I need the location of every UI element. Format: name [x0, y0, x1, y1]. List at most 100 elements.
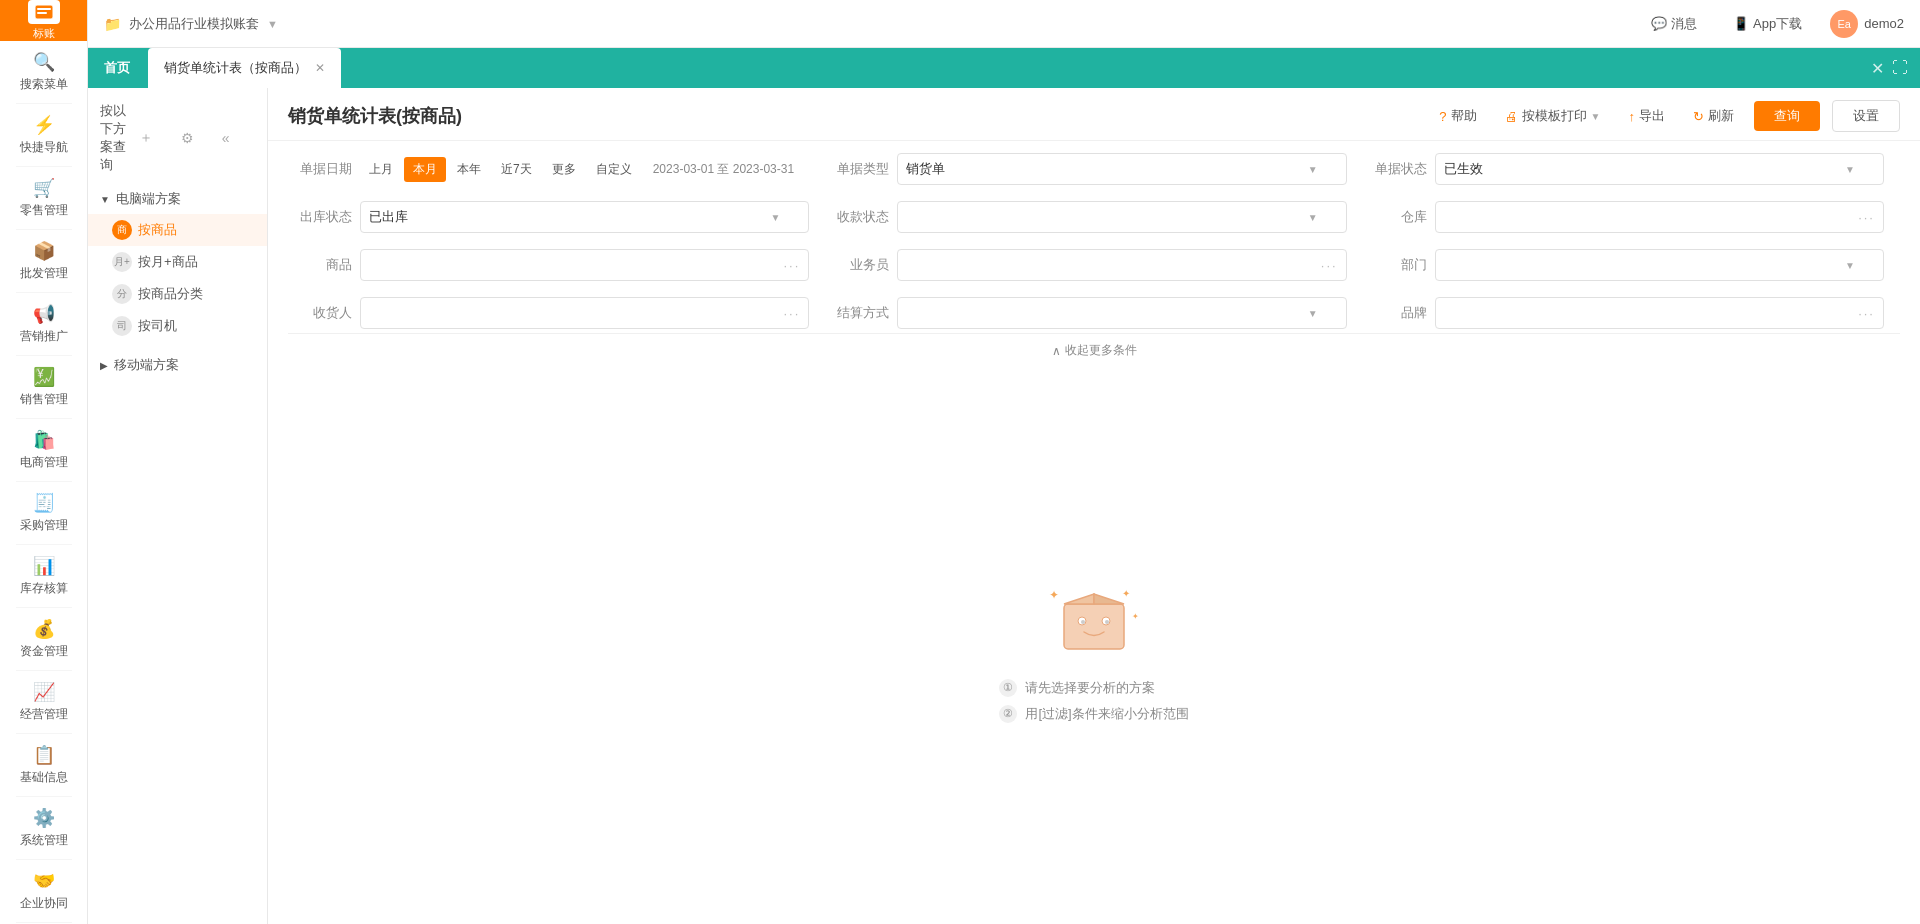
app-logo[interactable]: 标账: [0, 0, 88, 41]
sidebar-item-purchase[interactable]: 🧾采购管理: [16, 482, 72, 545]
sidebar-item-marketing[interactable]: 📢营销推广: [16, 293, 72, 356]
purchase-label: 采购管理: [20, 517, 68, 534]
app-download-btn[interactable]: 📱 App下载: [1725, 11, 1810, 37]
sidebar-item-system[interactable]: ⚙️ 系统管理: [16, 797, 72, 860]
sidebar: 标账 🔍 搜索菜单 ⚡快捷导航🛒零售管理📦批发管理📢营销推广💹销售管理🛍️电商管理🧾…: [0, 0, 88, 924]
outstatus-chevron: ▼: [770, 212, 780, 223]
filter-row-4: 收货人 ··· 结算方式 ▼: [288, 293, 1900, 333]
sidebar-item-quicknav[interactable]: ⚡快捷导航: [16, 104, 72, 167]
tab-maximize-action[interactable]: ⛶: [1892, 59, 1908, 77]
refresh-icon: ↻: [1693, 109, 1704, 124]
empty-tips: ① 请先选择要分析的方案 ② 用[过滤]条件来缩小分析范围: [999, 679, 1188, 723]
receiver-input[interactable]: ···: [360, 297, 809, 329]
tip-num-1: ①: [999, 679, 1017, 697]
payment-chevron: ▼: [1308, 212, 1318, 223]
inventory-label: 库存核算: [20, 580, 68, 597]
date-tab-本月[interactable]: 本月: [404, 157, 446, 182]
filter-section: 单据日期 上月本月本年近7天更多自定义 2023-03-01 至 2023-03…: [268, 141, 1920, 367]
help-btn[interactable]: ? 帮助: [1431, 103, 1484, 129]
scheme-group-header-pc[interactable]: ▼电脑端方案: [88, 184, 267, 214]
enterprise-label: 企业协同: [20, 895, 68, 912]
filter-outstatus-label: 出库状态: [288, 208, 360, 226]
refresh-label: 刷新: [1708, 107, 1734, 125]
inventory-icon: 📊: [33, 555, 55, 577]
filter-doctype-label: 单据类型: [825, 160, 897, 178]
scheme-item-by-product[interactable]: 商 按商品: [88, 214, 267, 246]
tab-close-action[interactable]: ✕: [1871, 59, 1884, 78]
sidebar-item-wholesale[interactable]: 📦批发管理: [16, 230, 72, 293]
add-scheme-btn[interactable]: ＋: [137, 127, 172, 149]
settings-btn[interactable]: 设置: [1832, 100, 1900, 132]
docstatus-chevron: ▼: [1845, 164, 1855, 175]
scheme-settings-btn[interactable]: ⚙: [179, 128, 214, 148]
sidebar-item-finance[interactable]: 💰资金管理: [16, 608, 72, 671]
filter-docstatus-input[interactable]: 已生效 ▼: [1435, 153, 1884, 185]
date-tab-上月[interactable]: 上月: [360, 157, 402, 182]
scheme-item-by-month-product[interactable]: 月+ 按月+商品: [88, 246, 267, 278]
arrow-mobile: ▶: [100, 360, 108, 371]
tab-close-icon[interactable]: ✕: [315, 61, 325, 75]
dept-select[interactable]: ▼: [1435, 249, 1884, 281]
scheme-label-by-machine: 按司机: [138, 317, 177, 335]
docstatus-select[interactable]: 已生效 ▼: [1435, 153, 1884, 185]
message-btn[interactable]: 💬 消息: [1643, 11, 1705, 37]
user-menu[interactable]: Ea demo2: [1830, 10, 1904, 38]
quicknav-label: 快捷导航: [20, 139, 68, 156]
docstatus-value: 已生效: [1444, 160, 1483, 178]
sidebar-item-operation[interactable]: 📈经营管理: [16, 671, 72, 734]
date-tab-更多[interactable]: 更多: [543, 157, 585, 182]
brand-dots: ···: [1858, 306, 1875, 321]
breadcrumb-text: 办公用品行业模拟账套: [129, 15, 259, 33]
sidebar-item-retail[interactable]: 🛒零售管理: [16, 167, 72, 230]
receiver-dots: ···: [783, 306, 800, 321]
scheme-item-by-category[interactable]: 分 按商品分类: [88, 278, 267, 310]
refresh-btn[interactable]: ↻ 刷新: [1685, 103, 1742, 129]
search-label: 搜索菜单: [20, 76, 68, 93]
filter-dept-label: 部门: [1363, 256, 1435, 274]
date-tab-本年[interactable]: 本年: [448, 157, 490, 182]
product-input[interactable]: ···: [360, 249, 809, 281]
doctype-select[interactable]: 销货单 ▼: [897, 153, 1346, 185]
tab-sales-stat[interactable]: 销货单统计表（按商品） ✕: [148, 48, 341, 88]
payment-select[interactable]: ▼: [897, 201, 1346, 233]
query-btn[interactable]: 查询: [1754, 101, 1820, 131]
print-btn[interactable]: 🖨 按模板打印 ▼: [1497, 103, 1609, 129]
export-btn[interactable]: ↑ 导出: [1621, 103, 1674, 129]
search-icon: 🔍: [33, 51, 55, 73]
warehouse-input[interactable]: ···: [1435, 201, 1884, 233]
filter-row-2: 出库状态 已出库 ▼ 收款状态: [288, 197, 1900, 237]
sidebar-item-search[interactable]: 🔍 搜索菜单: [16, 41, 72, 104]
marketing-label: 营销推广: [20, 328, 68, 345]
collapse-bar[interactable]: ∧ 收起更多条件: [288, 333, 1900, 367]
sidebar-item-inventory[interactable]: 📊 库存核算: [16, 545, 72, 608]
filter-doctype-cell: 单据类型 销货单 ▼: [825, 149, 1362, 189]
sidebar-item-enterprise[interactable]: 🤝 企业协同: [16, 860, 72, 923]
settlement-select[interactable]: ▼: [897, 297, 1346, 329]
system-icon: ⚙️: [33, 807, 55, 829]
filter-doctype-input[interactable]: 销货单 ▼: [897, 153, 1346, 185]
system-label: 系统管理: [20, 832, 68, 849]
tab-home[interactable]: 首页: [88, 48, 146, 88]
collapse-panel-btn[interactable]: «: [220, 128, 255, 148]
salesman-input[interactable]: ···: [897, 249, 1346, 281]
sidebar-item-ecommerce[interactable]: 🛍️电商管理: [16, 419, 72, 482]
wholesale-icon: 📦: [33, 240, 55, 262]
outstatus-select[interactable]: 已出库 ▼: [360, 201, 809, 233]
header-right: 💬 消息 📱 App下载 Ea demo2: [1643, 10, 1904, 38]
scheme-group-header-mobile[interactable]: ▶移动端方案: [88, 350, 267, 380]
scheme-item-by-machine[interactable]: 司 按司机: [88, 310, 267, 342]
collapse-up-icon: ∧: [1052, 344, 1061, 358]
outstatus-value: 已出库: [369, 208, 408, 226]
product-dots: ···: [783, 258, 800, 273]
help-label: 帮助: [1451, 107, 1477, 125]
svg-text:✦: ✦: [1122, 588, 1130, 599]
date-tab-近7天[interactable]: 近7天: [492, 157, 541, 182]
left-panel-header: 按以下方案查询 ＋ ⚙ «: [88, 96, 267, 180]
date-tab-自定义[interactable]: 自定义: [587, 157, 641, 182]
sidebar-item-sales[interactable]: 💹销售管理: [16, 356, 72, 419]
scheme-group-mobile: ▶移动端方案: [88, 346, 267, 384]
enterprise-icon: 🤝: [33, 870, 55, 892]
brand-input[interactable]: ···: [1435, 297, 1884, 329]
settlement-chevron: ▼: [1308, 308, 1318, 319]
sidebar-item-basic[interactable]: 📋基础信息: [16, 734, 72, 797]
